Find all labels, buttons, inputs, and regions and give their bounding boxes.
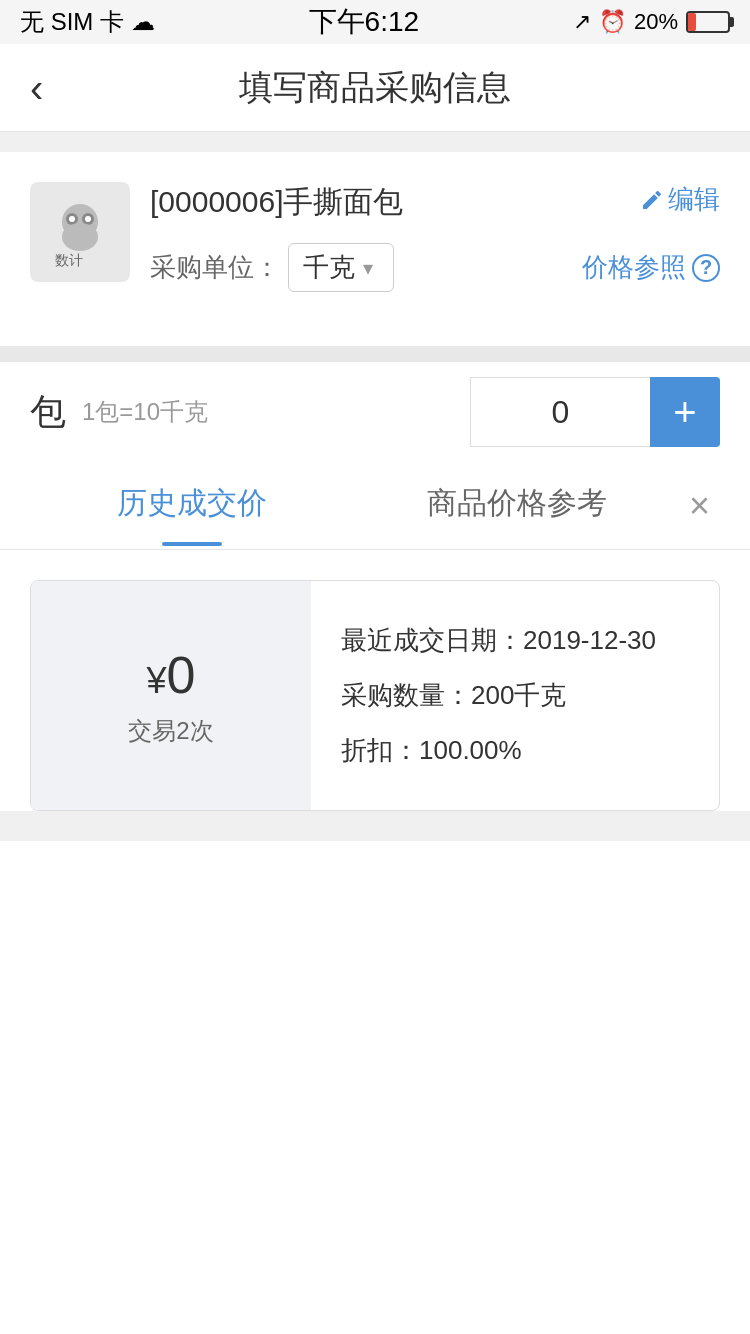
qty-controls: +: [470, 377, 720, 447]
trade-count: 交易2次: [128, 715, 213, 747]
discount-value: 100.00%: [419, 735, 522, 765]
svg-point-5: [62, 223, 98, 251]
price-value: 0: [167, 646, 196, 704]
product-thumbnail: 数计: [30, 182, 130, 282]
edit-icon: [640, 188, 664, 212]
product-id: [0000006]: [150, 185, 283, 218]
discount-label: 折扣：: [341, 735, 419, 765]
nav-icon: ↗: [573, 9, 591, 35]
qty-label: 采购数量：: [341, 680, 471, 710]
battery-icon: [686, 11, 730, 33]
back-button[interactable]: ‹: [30, 68, 43, 108]
quantity-row: 包 1包=10千克 +: [0, 362, 750, 462]
product-name-row: [0000006]手撕面包 编辑: [150, 182, 720, 223]
price-amount: ¥0: [147, 645, 196, 705]
question-icon: ?: [692, 254, 720, 282]
product-info: [0000006]手撕面包 编辑 采购单位： 千克 ▾ 价格参照: [150, 182, 720, 292]
status-left: 无 SIM 卡 ☁: [20, 6, 155, 38]
bottom-panel: 历史成交价 商品价格参考 × ¥0 交易2次 最近成交日期：2019-12-30…: [0, 462, 750, 811]
quantity-input[interactable]: [470, 377, 650, 447]
price-ref-button[interactable]: 价格参照 ?: [582, 250, 720, 285]
svg-point-4: [85, 216, 91, 222]
svg-point-3: [69, 216, 75, 222]
recent-date-value: 2019-12-30: [523, 625, 656, 655]
unit-label: 采购单位：: [150, 250, 280, 285]
recent-date-row: 最近成交日期：2019-12-30: [341, 621, 689, 660]
pkg-label: 包: [30, 388, 66, 437]
product-title: 手撕面包: [283, 185, 403, 218]
price-right: 最近成交日期：2019-12-30 采购数量：200千克 折扣：100.00%: [311, 581, 719, 810]
edit-button[interactable]: 编辑: [640, 182, 720, 217]
product-image: 数计: [45, 197, 115, 267]
price-left: ¥0 交易2次: [31, 581, 311, 810]
panel-close-button[interactable]: ×: [679, 485, 720, 527]
qty-value: 200千克: [471, 680, 566, 710]
currency-symbol: ¥: [147, 660, 167, 701]
product-card: 数计 [0000006]手撕面包 编辑 采购单位： 千克 ▾: [0, 152, 750, 346]
qty-plus-button[interactable]: +: [650, 377, 720, 447]
recent-date-label: 最近成交日期：: [341, 625, 523, 655]
svg-text:数计: 数计: [55, 252, 83, 267]
price-card: ¥0 交易2次 最近成交日期：2019-12-30 采购数量：200千克 折扣：…: [30, 580, 720, 811]
pkg-unit: 1包=10千克: [82, 396, 470, 428]
grey-divider: [0, 346, 750, 362]
tabs-row: 历史成交价 商品价格参考 ×: [0, 462, 750, 550]
tab-product-price-ref[interactable]: 商品价格参考: [354, 483, 678, 528]
page-title: 填写商品采购信息: [239, 65, 511, 111]
edit-label: 编辑: [668, 182, 720, 217]
status-time: 下午6:12: [309, 3, 420, 41]
unit-value: 千克: [303, 250, 355, 285]
alarm-icon: ⏰: [599, 9, 626, 35]
discount-row: 折扣：100.00%: [341, 731, 689, 770]
page-rest: [0, 841, 750, 1334]
status-right: ↗ ⏰ 20%: [573, 9, 730, 35]
unit-row: 采购单位： 千克 ▾ 价格参照 ?: [150, 243, 720, 292]
unit-arrow-icon: ▾: [363, 256, 373, 280]
status-bar: 无 SIM 卡 ☁ 下午6:12 ↗ ⏰ 20%: [0, 0, 750, 44]
battery-percent: 20%: [634, 9, 678, 35]
product-top: 数计 [0000006]手撕面包 编辑 采购单位： 千克 ▾: [30, 182, 720, 292]
price-ref-label: 价格参照: [582, 250, 686, 285]
tab-history-price[interactable]: 历史成交价: [30, 483, 354, 528]
page-header: ‹ 填写商品采购信息: [0, 44, 750, 132]
product-name: [0000006]手撕面包: [150, 182, 403, 223]
battery-fill: [688, 13, 696, 31]
unit-select[interactable]: 千克 ▾: [288, 243, 394, 292]
sim-label: 无 SIM 卡 ☁: [20, 6, 155, 38]
qty-row: 采购数量：200千克: [341, 676, 689, 715]
